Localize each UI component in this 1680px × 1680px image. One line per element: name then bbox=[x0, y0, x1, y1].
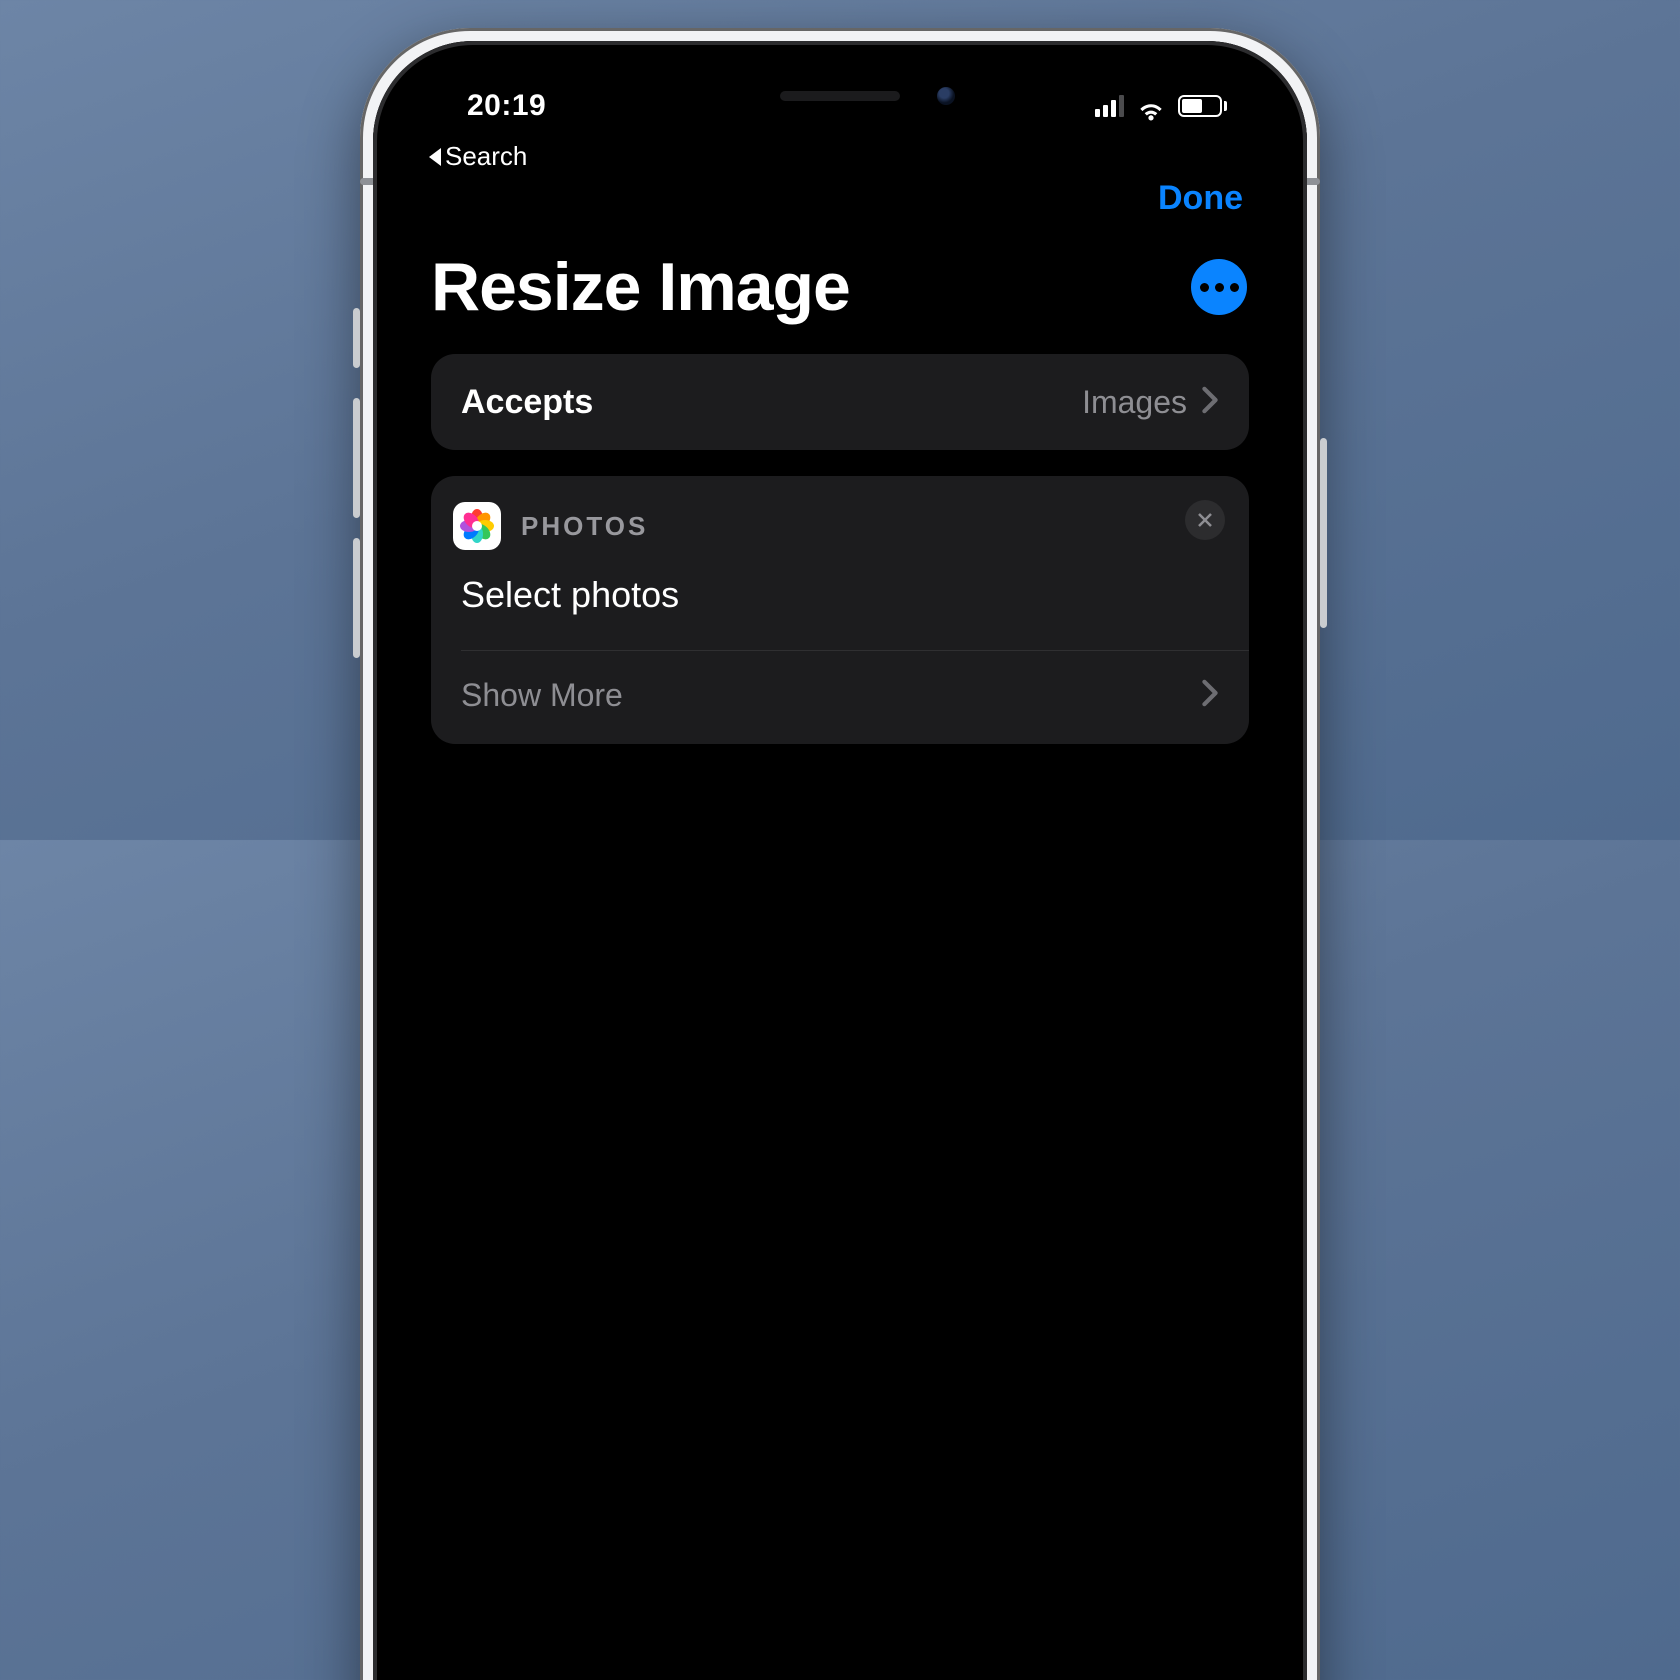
back-triangle-icon bbox=[429, 148, 441, 166]
front-camera bbox=[937, 87, 955, 105]
speaker-grille bbox=[780, 91, 900, 101]
done-button[interactable]: Done bbox=[1158, 179, 1243, 218]
chevron-right-icon bbox=[1201, 679, 1219, 712]
action-app-label: PHOTOS bbox=[521, 511, 648, 542]
accepts-value: Images bbox=[1082, 384, 1187, 421]
action-block-select-photos: PHOTOS Select photos Show More bbox=[431, 476, 1249, 744]
screen: 20:19 Search bbox=[397, 65, 1283, 1680]
battery-icon bbox=[1178, 95, 1227, 117]
accepts-label: Accepts bbox=[461, 383, 593, 422]
chevron-right-icon bbox=[1201, 386, 1219, 419]
back-label: Search bbox=[445, 141, 527, 172]
photos-app-icon bbox=[453, 502, 501, 550]
wifi-icon bbox=[1136, 95, 1166, 117]
back-to-app-button[interactable]: Search bbox=[429, 141, 527, 172]
power-button bbox=[1320, 438, 1327, 628]
close-icon bbox=[1195, 510, 1215, 530]
action-title[interactable]: Select photos bbox=[431, 556, 1249, 650]
more-options-button[interactable] bbox=[1191, 259, 1247, 315]
status-time: 20:19 bbox=[467, 89, 546, 123]
volume-up-button bbox=[353, 398, 360, 518]
page-title: Resize Image bbox=[431, 248, 850, 326]
ellipsis-icon bbox=[1200, 283, 1239, 292]
notch bbox=[625, 65, 1055, 127]
antenna-band bbox=[1306, 178, 1320, 185]
show-more-label: Show More bbox=[461, 677, 623, 714]
volume-down-button bbox=[353, 538, 360, 658]
cellular-signal-icon bbox=[1095, 95, 1124, 117]
antenna-band bbox=[360, 178, 374, 185]
remove-action-button[interactable] bbox=[1185, 500, 1225, 540]
accepts-row[interactable]: Accepts Images bbox=[431, 354, 1249, 450]
phone-frame: 20:19 Search bbox=[360, 28, 1320, 1680]
show-more-row[interactable]: Show More bbox=[431, 651, 1249, 744]
phone-bezel: 20:19 Search bbox=[373, 41, 1307, 1680]
mute-switch bbox=[353, 308, 360, 368]
